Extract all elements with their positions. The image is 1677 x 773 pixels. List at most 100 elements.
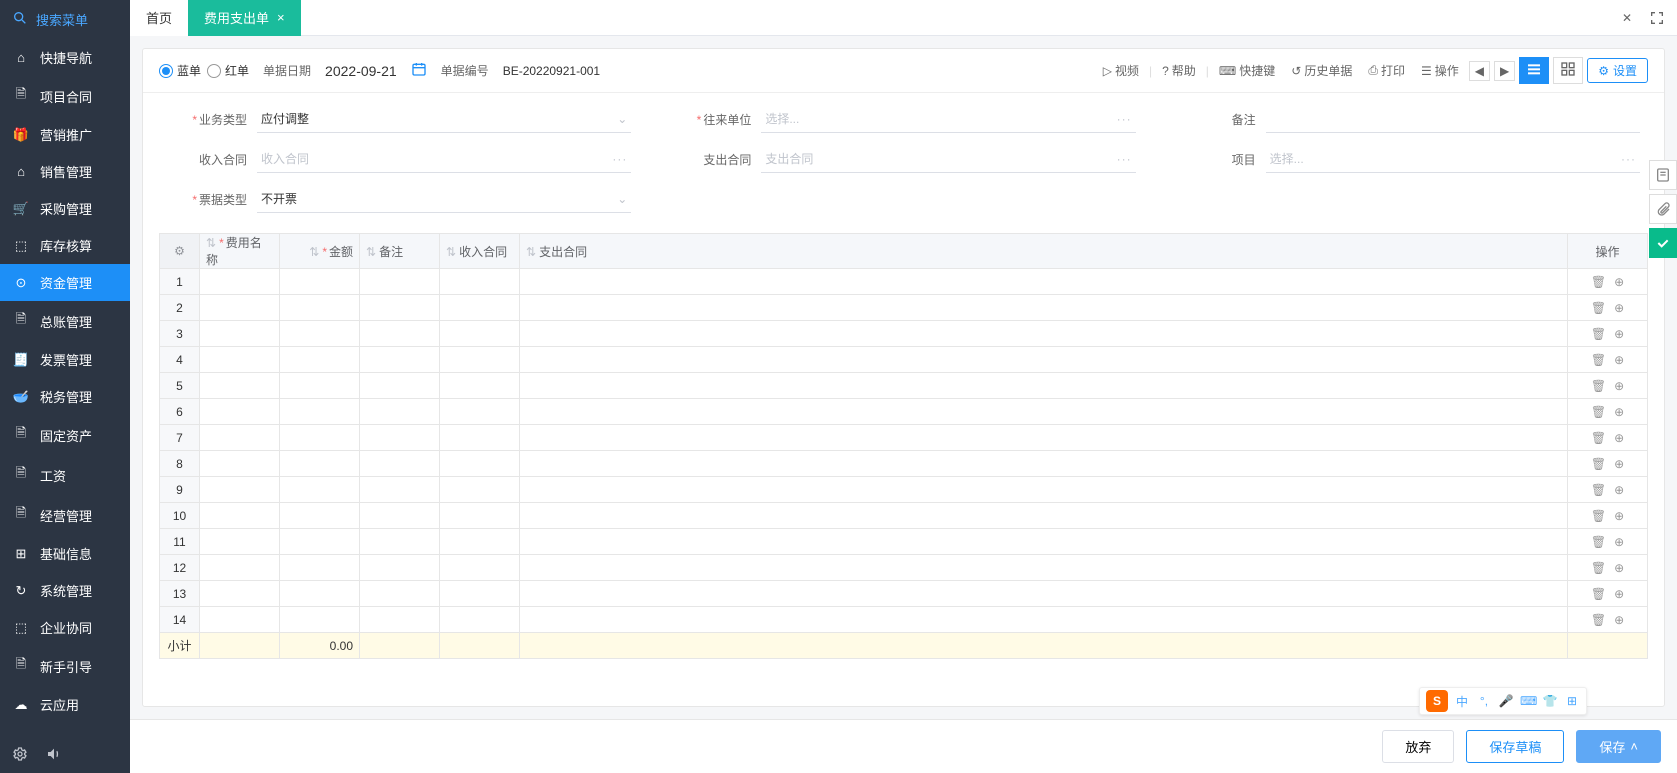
- cell-income[interactable]: [440, 581, 520, 607]
- cell-remark[interactable]: [360, 295, 440, 321]
- side-tool-attachment[interactable]: [1649, 194, 1677, 224]
- cell-name[interactable]: [200, 607, 280, 633]
- cell-remark[interactable]: [360, 581, 440, 607]
- table-row[interactable]: 4🗑⊕: [160, 347, 1648, 373]
- table-row[interactable]: 11🗑⊕: [160, 529, 1648, 555]
- partner-select[interactable]: 选择... ···: [761, 105, 1135, 133]
- cell-income[interactable]: [440, 295, 520, 321]
- cell-name[interactable]: [200, 503, 280, 529]
- cell-amount[interactable]: [280, 555, 360, 581]
- cell-income[interactable]: [440, 555, 520, 581]
- expense-contract-select[interactable]: 支出合同 ···: [761, 145, 1135, 173]
- cell-income[interactable]: [440, 451, 520, 477]
- cell-name[interactable]: [200, 581, 280, 607]
- cell-expense[interactable]: [520, 321, 1568, 347]
- cell-remark[interactable]: [360, 555, 440, 581]
- cell-amount[interactable]: [280, 347, 360, 373]
- save-button[interactable]: 保存˄: [1576, 730, 1661, 763]
- delete-row-icon[interactable]: 🗑: [1591, 535, 1606, 549]
- cell-income[interactable]: [440, 529, 520, 555]
- sidebar-search[interactable]: 搜索菜单: [0, 0, 130, 39]
- cell-name[interactable]: [200, 555, 280, 581]
- sidebar-item-3[interactable]: ⌂销售管理: [0, 153, 130, 190]
- cell-expense[interactable]: [520, 555, 1568, 581]
- add-row-icon[interactable]: ⊕: [1614, 613, 1624, 627]
- delete-row-icon[interactable]: 🗑: [1591, 379, 1606, 393]
- add-row-icon[interactable]: ⊕: [1614, 405, 1624, 419]
- col-expense[interactable]: 支出合同: [539, 245, 587, 259]
- add-row-icon[interactable]: ⊕: [1614, 535, 1624, 549]
- remark-input[interactable]: [1266, 105, 1640, 133]
- cell-remark[interactable]: [360, 373, 440, 399]
- sidebar-item-17[interactable]: ☁云应用: [0, 686, 130, 723]
- ime-bar[interactable]: S 中 °, 🎤 ⌨ 👕 ⊞: [1419, 687, 1587, 715]
- cell-expense[interactable]: [520, 295, 1568, 321]
- view-list[interactable]: [1519, 57, 1549, 84]
- cell-amount[interactable]: [280, 503, 360, 529]
- cell-name[interactable]: [200, 295, 280, 321]
- add-row-icon[interactable]: ⊕: [1614, 353, 1624, 367]
- ime-skin-icon[interactable]: 👕: [1542, 694, 1558, 708]
- cell-name[interactable]: [200, 529, 280, 555]
- cell-income[interactable]: [440, 373, 520, 399]
- cell-income[interactable]: [440, 269, 520, 295]
- cell-income[interactable]: [440, 607, 520, 633]
- table-row[interactable]: 7🗑⊕: [160, 425, 1648, 451]
- delete-row-icon[interactable]: 🗑: [1591, 483, 1606, 497]
- delete-row-icon[interactable]: 🗑: [1591, 431, 1606, 445]
- side-tool-note[interactable]: [1649, 160, 1677, 190]
- cell-amount[interactable]: [280, 477, 360, 503]
- ime-tool-icon[interactable]: ⊞: [1564, 694, 1580, 708]
- table-row[interactable]: 3🗑⊕: [160, 321, 1648, 347]
- video-action[interactable]: ▷视频: [1097, 60, 1145, 81]
- project-select[interactable]: 选择... ···: [1266, 145, 1640, 173]
- cell-remark[interactable]: [360, 399, 440, 425]
- cell-income[interactable]: [440, 321, 520, 347]
- add-row-icon[interactable]: ⊕: [1614, 561, 1624, 575]
- add-row-icon[interactable]: ⊕: [1614, 327, 1624, 341]
- cell-name[interactable]: [200, 425, 280, 451]
- col-income[interactable]: 收入合同: [459, 245, 507, 259]
- sidebar-item-12[interactable]: 🗎经营管理: [0, 495, 130, 535]
- add-row-icon[interactable]: ⊕: [1614, 457, 1624, 471]
- col-remark[interactable]: 备注: [379, 245, 403, 259]
- cell-name[interactable]: [200, 451, 280, 477]
- sidebar-item-6[interactable]: ⊙资金管理: [0, 264, 130, 301]
- cell-remark[interactable]: [360, 347, 440, 373]
- income-contract-select[interactable]: 收入合同 ···: [257, 145, 631, 173]
- cell-amount[interactable]: [280, 607, 360, 633]
- cell-remark[interactable]: [360, 425, 440, 451]
- add-row-icon[interactable]: ⊕: [1614, 587, 1624, 601]
- cell-amount[interactable]: [280, 451, 360, 477]
- cell-remark[interactable]: [360, 269, 440, 295]
- table-row[interactable]: 8🗑⊕: [160, 451, 1648, 477]
- add-row-icon[interactable]: ⊕: [1614, 301, 1624, 315]
- close-icon[interactable]: ×: [277, 10, 285, 25]
- cell-income[interactable]: [440, 399, 520, 425]
- sidebar-item-16[interactable]: 🗎新手引导: [0, 646, 130, 686]
- prev-button[interactable]: ◀: [1469, 61, 1490, 81]
- radio-blue[interactable]: 蓝单: [159, 62, 201, 79]
- cell-expense[interactable]: [520, 399, 1568, 425]
- date-value[interactable]: 2022-09-21: [325, 63, 397, 79]
- delete-row-icon[interactable]: 🗑: [1591, 509, 1606, 523]
- gear-icon[interactable]: [12, 746, 28, 765]
- add-row-icon[interactable]: ⊕: [1614, 483, 1624, 497]
- add-row-icon[interactable]: ⊕: [1614, 379, 1624, 393]
- cell-remark[interactable]: [360, 321, 440, 347]
- delete-row-icon[interactable]: 🗑: [1591, 405, 1606, 419]
- sidebar-item-8[interactable]: 🧾发票管理: [0, 341, 130, 378]
- cell-expense[interactable]: [520, 477, 1568, 503]
- cell-expense[interactable]: [520, 529, 1568, 555]
- operate-action[interactable]: ☰操作: [1415, 60, 1465, 81]
- cell-expense[interactable]: [520, 607, 1568, 633]
- table-row[interactable]: 6🗑⊕: [160, 399, 1648, 425]
- table-settings-icon[interactable]: ⚙: [174, 244, 185, 258]
- sidebar-item-1[interactable]: 🗎项目合同: [0, 76, 130, 116]
- cell-amount[interactable]: [280, 399, 360, 425]
- ime-punct-icon[interactable]: °,: [1476, 694, 1492, 708]
- cell-name[interactable]: [200, 347, 280, 373]
- sidebar-item-11[interactable]: 🗎工资: [0, 455, 130, 495]
- cell-expense[interactable]: [520, 373, 1568, 399]
- cell-name[interactable]: [200, 269, 280, 295]
